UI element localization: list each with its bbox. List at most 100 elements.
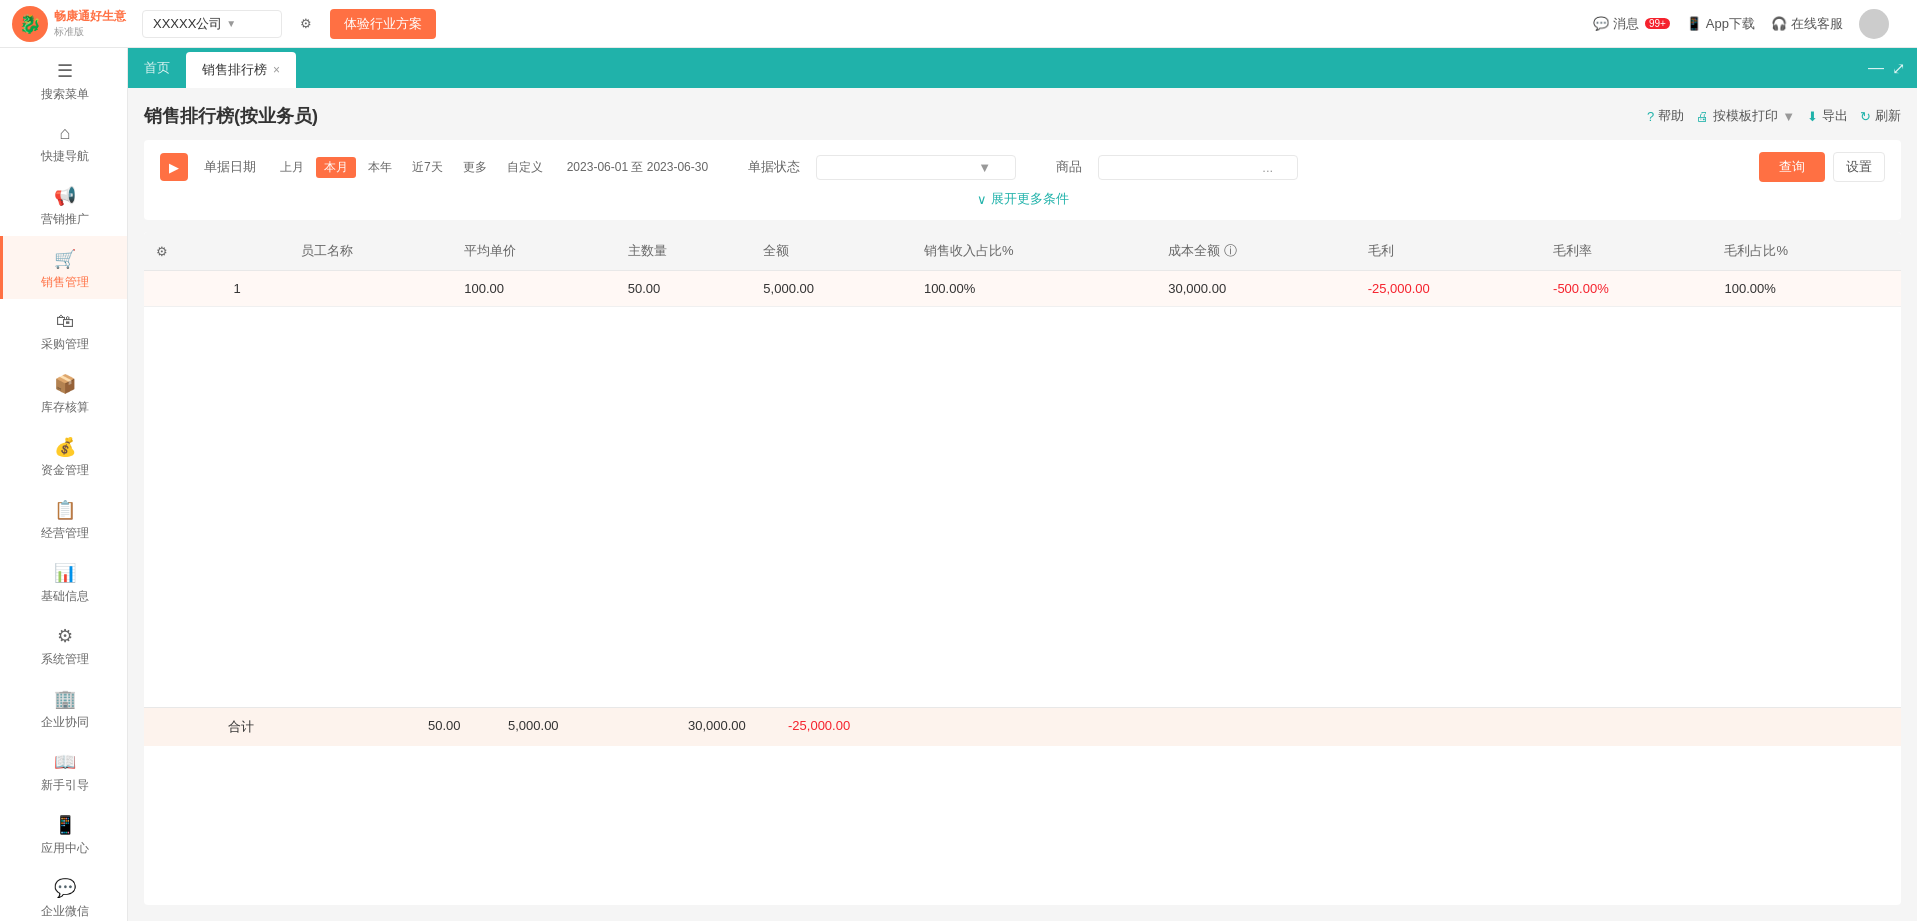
main-area: 首页 销售排行榜 × — ⤢ 销售排行榜(按业务员) ? 帮助 [128,48,1917,921]
refresh-button[interactable]: ↻ 刷新 [1860,107,1901,125]
sidebar-item-app-center[interactable]: 📱 应用中心 [0,802,127,865]
active-tab-label: 销售排行榜 [202,61,267,79]
sidebar-label: 采购管理 [41,336,89,353]
refresh-icon: ↻ [1860,109,1871,124]
col-avg-price: 平均单价 [452,232,616,271]
export-icon: ⬇ [1807,109,1818,124]
print-button[interactable]: 🖨 按模板打印 ▼ [1696,107,1795,125]
settings-button[interactable]: 设置 [1833,152,1885,182]
purchase-icon: 🛍 [56,311,74,332]
sidebar-item-finance[interactable]: 💰 资金管理 [0,424,127,487]
help-button[interactable]: ? 帮助 [1647,107,1684,125]
page-actions: ? 帮助 🖨 按模板打印 ▼ ⬇ 导出 ↻ 刷新 [1647,107,1901,125]
sidebar-label: 营销推广 [41,211,89,228]
date-label: 单据日期 [204,158,256,176]
tab-home[interactable]: 首页 [128,48,186,88]
sidebar-item-quick-nav[interactable]: ⌂ 快捷导航 [0,111,127,173]
sidebar-item-sales[interactable]: 🛒 销售管理 [0,236,127,299]
settings-icon[interactable]: ⚙ [290,8,322,40]
filter-arrow[interactable]: ▶ [160,153,188,181]
search-order-icon: ☰ [57,60,73,82]
date-tab-custom[interactable]: 自定义 [499,157,551,178]
top-bar: 🐉 畅康通好生意 标准版 XXXXX公司 ▼ ⚙ 体验行业方案 💬 消息 99+… [0,0,1917,48]
status-label: 单据状态 [748,158,800,176]
sidebar-label: 新手引导 [41,777,89,794]
home-icon: ⌂ [60,123,71,144]
sales-ranking-table: ⚙ 员工名称 平均单价 主数量 全额 销售收入占比% 成本全额 ⓘ 毛利 毛利率… [144,232,1901,307]
sidebar: ☰ 搜索菜单 ⌂ 快捷导航 📢 营销推广 🛒 销售管理 🛍 采购管理 📦 库存核… [0,48,128,921]
trial-button[interactable]: 体验行业方案 [330,9,436,39]
row-quantity: 50.00 [616,271,752,307]
row-gross-pct: 100.00% [1712,271,1901,307]
tab-close-icon[interactable]: × [273,63,280,77]
wechat-icon: 💬 [54,877,76,899]
sidebar-label: 销售管理 [41,274,89,291]
row-name [289,271,453,307]
row-settings [144,271,221,307]
goods-label: 商品 [1056,158,1082,176]
col-gross-rate: 毛利率 [1541,232,1712,271]
expand-conditions-button[interactable]: ∨ 展开更多条件 [977,190,1069,208]
sidebar-item-inventory[interactable]: 📦 库存核算 [0,361,127,424]
app-logo: 🐉 [12,6,48,42]
query-button[interactable]: 查询 [1759,152,1825,182]
minimize-icon[interactable]: — [1868,59,1884,77]
date-tab-this-month[interactable]: 本月 [316,157,356,178]
footer-amount: 5,000.00 [496,718,586,736]
app-center-icon: 📱 [54,814,76,836]
status-select[interactable]: ▼ [816,155,1016,180]
date-range: 2023-06-01 至 2023-06-30 [567,159,708,176]
row-gross-rate: -500.00% [1541,271,1712,307]
row-rank: 1 [221,271,288,307]
footer-gross: -25,000.00 [776,718,876,736]
footer-cost: 30,000.00 [676,718,776,736]
tab-bar: 首页 销售排行榜 × — ⤢ [128,48,1917,88]
export-button[interactable]: ⬇ 导出 [1807,107,1848,125]
sidebar-label: 企业微信 [41,903,89,920]
sidebar-item-system[interactable]: ⚙ 系统管理 [0,613,127,676]
col-quantity: 主数量 [616,232,752,271]
row-sales-pct: 100.00% [912,271,1156,307]
app-name: 畅康通好生意 标准版 [54,8,126,39]
sidebar-label: 库存核算 [41,399,89,416]
top-right-area: 💬 消息 99+ 📱 App下载 🎧 在线客服 [1593,9,1905,39]
sidebar-item-wechat[interactable]: 💬 企业微信 [0,865,127,921]
basic-info-icon: 📊 [54,562,76,584]
footer-quantity: 50.00 [416,718,496,736]
sidebar-label: 系统管理 [41,651,89,668]
tab-sales-ranking[interactable]: 销售排行榜 × [186,52,296,88]
date-tab-last-month[interactable]: 上月 [272,157,312,178]
company-selector[interactable]: XXXXX公司 ▼ [142,10,282,38]
inventory-icon: 📦 [54,373,76,395]
avatar[interactable] [1859,9,1889,39]
sidebar-item-marketing[interactable]: 📢 营销推广 [0,173,127,236]
goods-select[interactable]: ... [1098,155,1298,180]
sidebar-item-basic-info[interactable]: 📊 基础信息 [0,550,127,613]
sidebar-item-enterprise[interactable]: 🏢 企业协同 [0,676,127,739]
sidebar-item-purchase[interactable]: 🛍 采购管理 [0,299,127,361]
sidebar-item-guide[interactable]: 📖 新手引导 [0,739,127,802]
page-content: 销售排行榜(按业务员) ? 帮助 🖨 按模板打印 ▼ ⬇ 导出 [128,88,1917,921]
date-tab-7days[interactable]: 近7天 [404,157,451,178]
app-download-button[interactable]: 📱 App下载 [1686,15,1755,33]
table-container: ⚙ 员工名称 平均单价 主数量 全额 销售收入占比% 成本全额 ⓘ 毛利 毛利率… [144,232,1901,905]
more-icon: ... [1262,160,1273,175]
table-header-row: ⚙ 员工名称 平均单价 主数量 全额 销售收入占比% 成本全额 ⓘ 毛利 毛利率… [144,232,1901,271]
filter-bar: ▶ 单据日期 上月 本月 本年 近7天 更多 自定义 2023-06-01 至 … [144,140,1901,220]
col-cost: 成本全额 ⓘ [1156,232,1355,271]
sidebar-item-search-order[interactable]: ☰ 搜索菜单 [0,48,127,111]
sidebar-label: 搜索菜单 [41,86,89,103]
col-settings: ⚙ [144,232,221,271]
operation-icon: 📋 [54,499,76,521]
row-gross: -25,000.00 [1356,271,1541,307]
enterprise-icon: 🏢 [54,688,76,710]
date-tab-this-year[interactable]: 本年 [360,157,400,178]
filter-row-expand: ∨ 展开更多条件 [160,190,1885,208]
sidebar-item-operation[interactable]: 📋 经营管理 [0,487,127,550]
date-tab-more[interactable]: 更多 [455,157,495,178]
table-footer: 合计 50.00 5,000.00 30,000.00 -25,000.00 [144,707,1901,746]
message-button[interactable]: 💬 消息 99+ [1593,15,1670,33]
phone-icon: 📱 [1686,16,1702,31]
online-service-button[interactable]: 🎧 在线客服 [1771,15,1843,33]
expand-icon[interactable]: ⤢ [1892,59,1905,78]
